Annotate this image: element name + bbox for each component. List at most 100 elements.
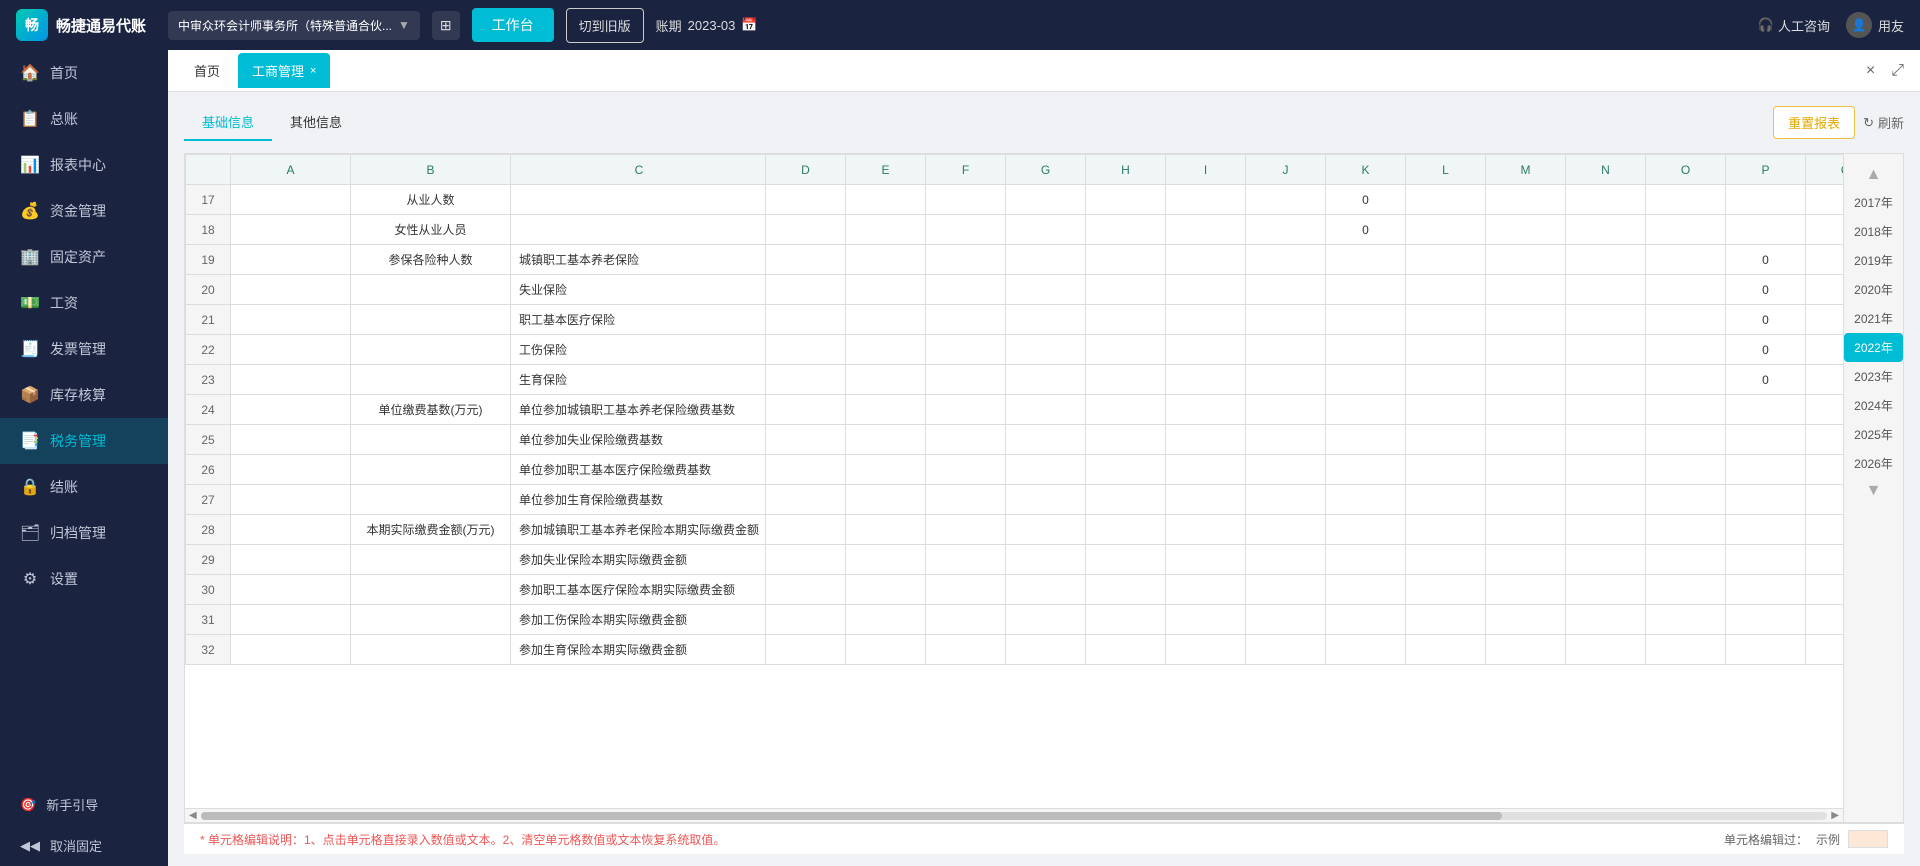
cell-31-c[interactable]: 参加工伤保险本期实际缴费金额 <box>511 605 766 635</box>
cell-26-i[interactable] <box>1166 455 1246 485</box>
cell-26-c[interactable]: 单位参加职工基本医疗保险缴费基数 <box>511 455 766 485</box>
cell-31-e[interactable] <box>846 605 926 635</box>
cell-27-c[interactable]: 单位参加生育保险缴费基数 <box>511 485 766 515</box>
cell-28-o[interactable] <box>1646 515 1726 545</box>
cell-30-a[interactable] <box>231 575 351 605</box>
cell-27-e[interactable] <box>846 485 926 515</box>
cell-25-e[interactable] <box>846 425 926 455</box>
cell-21-e[interactable] <box>846 305 926 335</box>
cell-25-l[interactable] <box>1406 425 1486 455</box>
cell-26-b[interactable] <box>351 455 511 485</box>
cell-21-b[interactable] <box>351 305 511 335</box>
cell-28-g[interactable] <box>1006 515 1086 545</box>
cell-25-a[interactable] <box>231 425 351 455</box>
cell-32-f[interactable] <box>926 635 1006 665</box>
sidebar-item-home[interactable]: 🏠 首页 <box>0 50 168 96</box>
cell-20-a[interactable] <box>231 275 351 305</box>
cell-18-i[interactable] <box>1166 215 1246 245</box>
cell-22-g[interactable] <box>1006 335 1086 365</box>
year-item-2023[interactable]: 2023年 <box>1844 362 1903 391</box>
cell-28-a[interactable] <box>231 515 351 545</box>
cell-19-j[interactable] <box>1246 245 1326 275</box>
cell-32-g[interactable] <box>1006 635 1086 665</box>
h-scroll-thumb[interactable] <box>201 812 1502 820</box>
cell-26-j[interactable] <box>1246 455 1326 485</box>
cell-20-p[interactable]: 0 <box>1726 275 1806 305</box>
cell-24-b[interactable]: 单位缴费基数(万元) <box>351 395 511 425</box>
cell-22-j[interactable] <box>1246 335 1326 365</box>
cell-22-b[interactable] <box>351 335 511 365</box>
cell-20-k[interactable] <box>1326 275 1406 305</box>
cell-26-h[interactable] <box>1086 455 1166 485</box>
cell-29-a[interactable] <box>231 545 351 575</box>
year-up-button[interactable]: ▲ <box>1862 162 1886 188</box>
cell-25-q[interactable] <box>1806 425 1843 455</box>
cell-28-f[interactable] <box>926 515 1006 545</box>
cell-25-n[interactable] <box>1566 425 1646 455</box>
cell-32-l[interactable] <box>1406 635 1486 665</box>
cell-28-j[interactable] <box>1246 515 1326 545</box>
cell-19-n[interactable] <box>1566 245 1646 275</box>
cell-20-q[interactable] <box>1806 275 1843 305</box>
user-area[interactable]: 👤 用友 <box>1846 12 1904 38</box>
cell-17-j[interactable] <box>1246 185 1326 215</box>
cell-22-n[interactable] <box>1566 335 1646 365</box>
cell-30-m[interactable] <box>1486 575 1566 605</box>
cell-27-k[interactable] <box>1326 485 1406 515</box>
cell-30-i[interactable] <box>1166 575 1246 605</box>
cell-18-f[interactable] <box>926 215 1006 245</box>
cell-25-m[interactable] <box>1486 425 1566 455</box>
sidebar-item-reports[interactable]: 📊 报表中心 <box>0 142 168 188</box>
sidebar-item-close[interactable]: 🔒 结账 <box>0 464 168 510</box>
cell-19-m[interactable] <box>1486 245 1566 275</box>
cell-20-d[interactable] <box>766 275 846 305</box>
cell-18-q[interactable] <box>1806 215 1843 245</box>
cell-24-d[interactable] <box>766 395 846 425</box>
expand-window-button[interactable]: ⤢ <box>1887 58 1908 84</box>
cell-22-d[interactable] <box>766 335 846 365</box>
sidebar-item-inventory[interactable]: 📦 库存核算 <box>0 372 168 418</box>
cell-25-k[interactable] <box>1326 425 1406 455</box>
cell-31-f[interactable] <box>926 605 1006 635</box>
cell-29-k[interactable] <box>1326 545 1406 575</box>
cell-17-f[interactable] <box>926 185 1006 215</box>
cell-31-q[interactable] <box>1806 605 1843 635</box>
cell-23-b[interactable] <box>351 365 511 395</box>
cell-32-b[interactable] <box>351 635 511 665</box>
year-item-2025[interactable]: 2025年 <box>1844 420 1903 449</box>
sub-tab-other[interactable]: 其他信息 <box>272 104 360 141</box>
cell-27-o[interactable] <box>1646 485 1726 515</box>
cell-23-i[interactable] <box>1166 365 1246 395</box>
cell-18-k[interactable]: 0 <box>1326 215 1406 245</box>
cell-24-j[interactable] <box>1246 395 1326 425</box>
cell-29-l[interactable] <box>1406 545 1486 575</box>
cell-32-d[interactable] <box>766 635 846 665</box>
cell-17-n[interactable] <box>1566 185 1646 215</box>
cell-19-l[interactable] <box>1406 245 1486 275</box>
cell-20-m[interactable] <box>1486 275 1566 305</box>
cell-29-b[interactable] <box>351 545 511 575</box>
cell-22-i[interactable] <box>1166 335 1246 365</box>
cell-22-e[interactable] <box>846 335 926 365</box>
cell-19-f[interactable] <box>926 245 1006 275</box>
cell-19-o[interactable] <box>1646 245 1726 275</box>
cell-19-e[interactable] <box>846 245 926 275</box>
close-window-button[interactable]: × <box>1862 58 1879 84</box>
cell-26-d[interactable] <box>766 455 846 485</box>
cell-32-c[interactable]: 参加生育保险本期实际缴费金额 <box>511 635 766 665</box>
cell-21-j[interactable] <box>1246 305 1326 335</box>
year-down-button[interactable]: ▼ <box>1862 478 1886 504</box>
cell-20-j[interactable] <box>1246 275 1326 305</box>
cell-18-m[interactable] <box>1486 215 1566 245</box>
cell-27-p[interactable] <box>1726 485 1806 515</box>
cell-23-k[interactable] <box>1326 365 1406 395</box>
year-item-2022[interactable]: 2022年 <box>1844 333 1903 362</box>
cell-26-m[interactable] <box>1486 455 1566 485</box>
year-item-2024[interactable]: 2024年 <box>1844 391 1903 420</box>
unpin-item[interactable]: ◀◀ 取消固定 <box>0 825 168 866</box>
cell-24-f[interactable] <box>926 395 1006 425</box>
copy-icon[interactable]: ⊞ <box>432 11 460 40</box>
cell-22-p[interactable]: 0 <box>1726 335 1806 365</box>
cell-28-i[interactable] <box>1166 515 1246 545</box>
cell-17-o[interactable] <box>1646 185 1726 215</box>
